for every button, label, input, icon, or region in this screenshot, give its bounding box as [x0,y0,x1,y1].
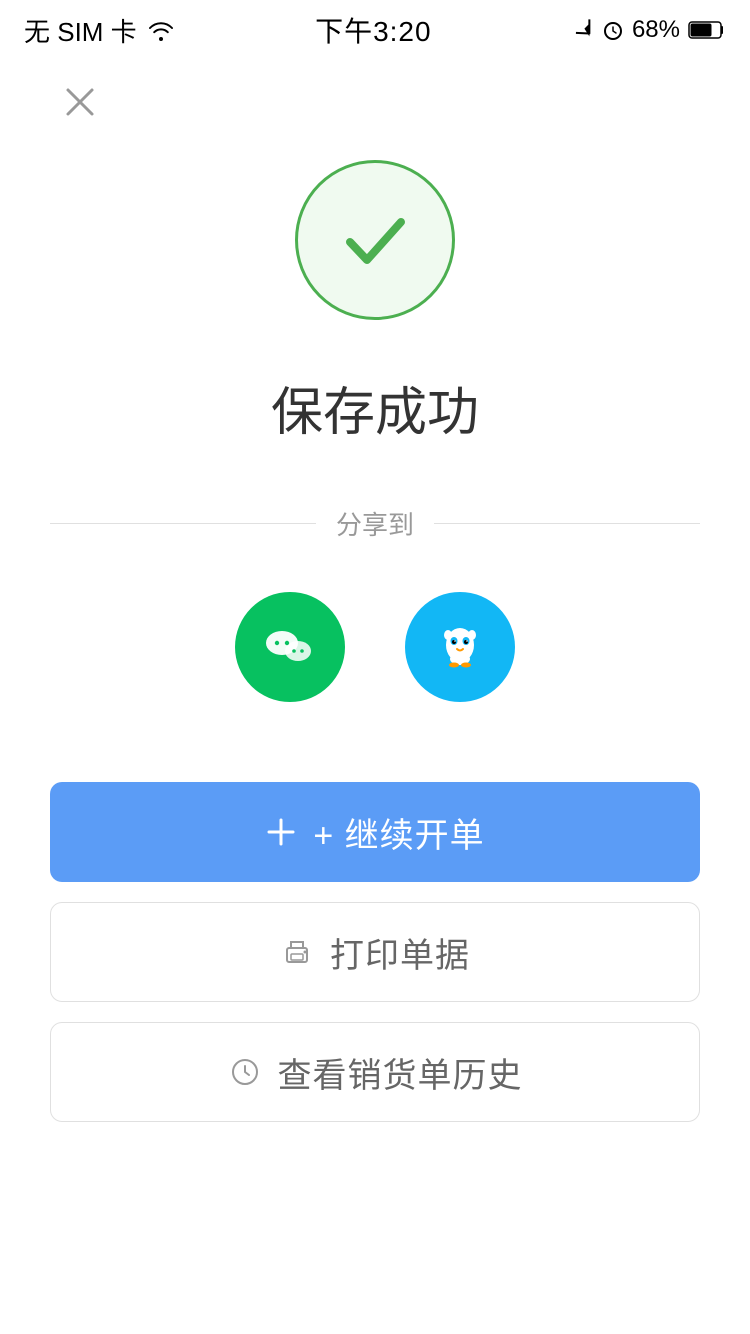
battery-percent: 68% [632,16,680,44]
continue-order-button[interactable]: + 继续开单 [50,782,700,882]
success-icon-circle [295,160,455,320]
status-left: 无 SIM 卡 [24,12,175,49]
share-divider: 分享到 [50,505,700,542]
share-icons-row [235,592,515,702]
plus-icon [265,816,297,848]
wechat-icon [258,615,322,679]
wifi-icon [147,19,175,41]
share-label: 分享到 [336,505,414,542]
close-icon [62,84,98,120]
continue-order-label: + 继续开单 [313,808,484,857]
action-buttons: + 继续开单 打印单据 查看销货单历史 [50,782,700,1122]
battery-icon [688,20,726,40]
status-right: 68% [572,16,726,44]
status-time: 下午3:20 [315,10,432,50]
qq-share-button[interactable] [405,592,515,702]
close-button[interactable] [50,72,110,132]
divider-line-left [50,523,316,524]
no-sim-label: 无 SIM 卡 [24,12,137,49]
status-bar: 无 SIM 卡 下午3:20 68% [0,0,750,60]
print-label: 打印单据 [330,928,470,977]
alarm-icon [602,19,624,41]
divider-line-right [434,523,700,524]
success-title: 保存成功 [271,370,479,445]
main-content: 保存成功 分享到 [0,60,750,1122]
wechat-share-button[interactable] [235,592,345,702]
checkmark-icon [335,200,415,280]
location-icon [572,19,594,41]
history-label: 查看销货单历史 [278,1048,523,1097]
print-icon [280,935,314,969]
history-icon [228,1055,262,1089]
view-history-button[interactable]: 查看销货单历史 [50,1022,700,1122]
print-button[interactable]: 打印单据 [50,902,700,1002]
qq-icon [428,615,492,679]
